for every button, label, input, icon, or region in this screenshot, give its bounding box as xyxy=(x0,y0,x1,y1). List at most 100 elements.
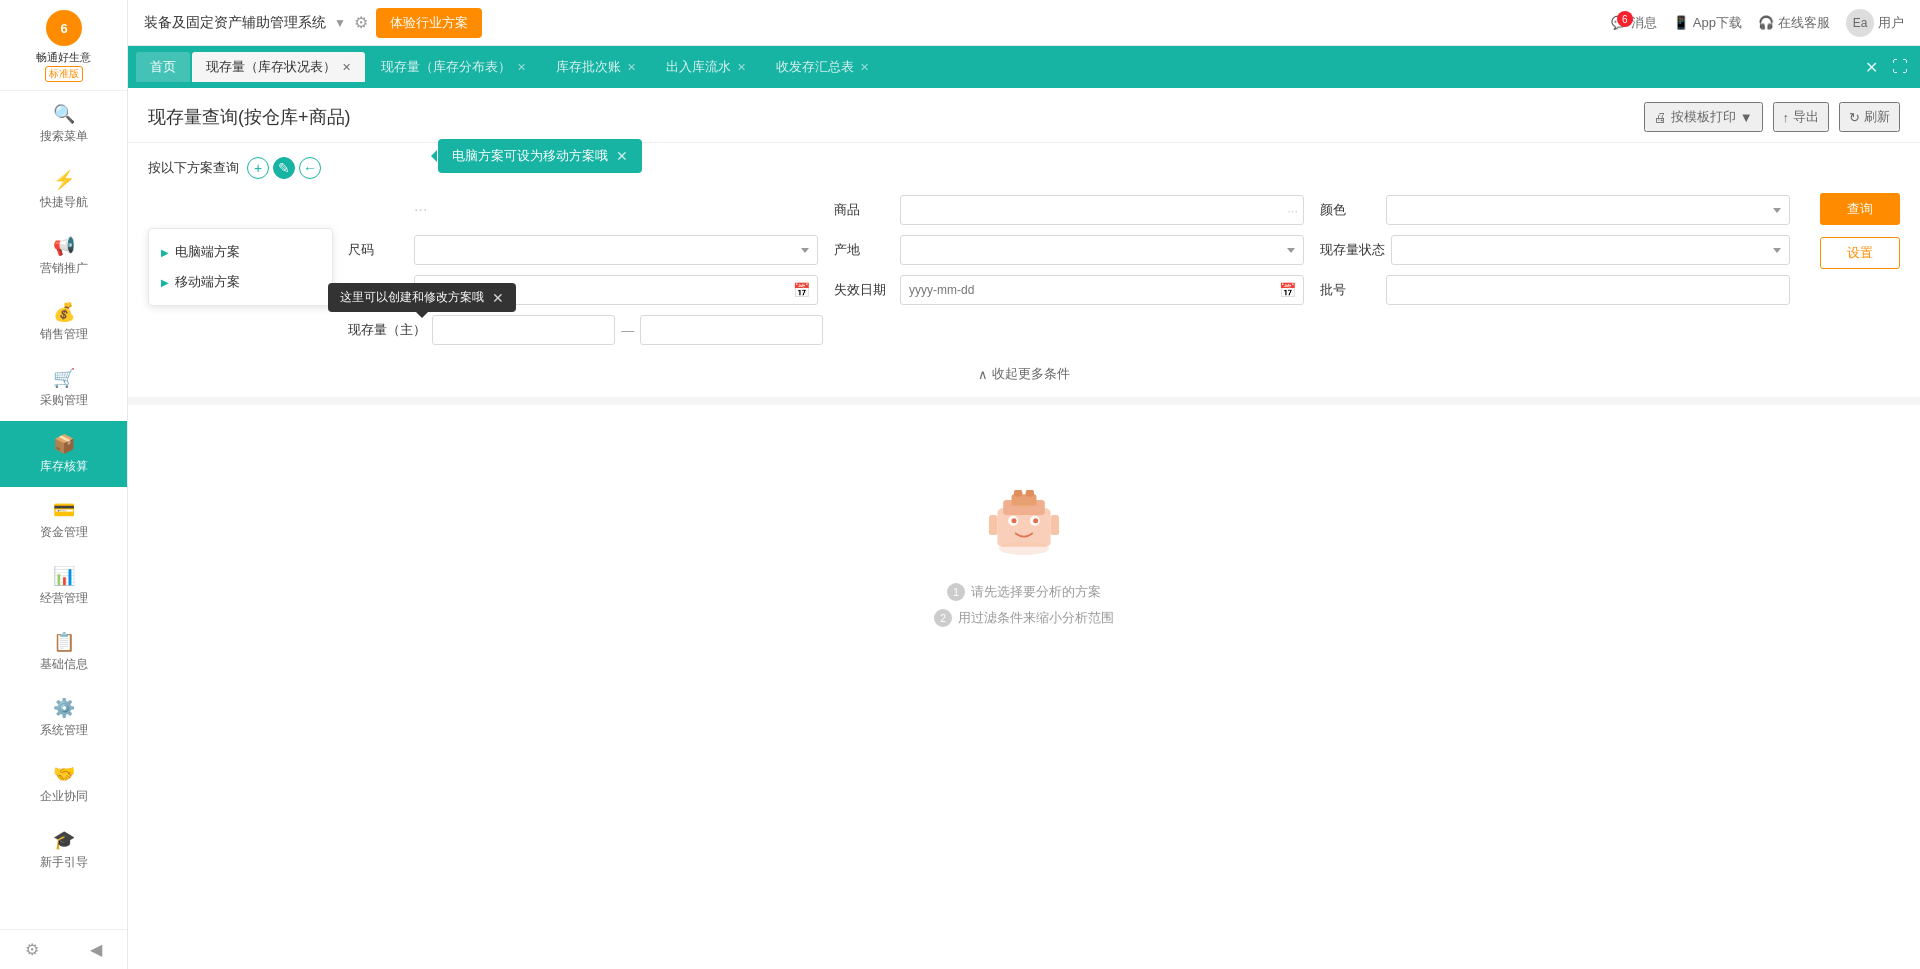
page-title: 现存量查询(按仓库+商品) xyxy=(148,105,351,129)
scheme-tooltip-1-close[interactable]: ✕ xyxy=(616,148,628,164)
scheme-mobile-label: 移动端方案 xyxy=(175,273,240,291)
sidebar-item-quick-nav[interactable]: ⚡ 快捷导航 xyxy=(0,157,127,223)
tab-inventory-dist[interactable]: 现存量（库存分布表） ✕ xyxy=(367,52,540,82)
warehouse-dots: ··· xyxy=(414,201,427,219)
filter-row-2: 尺码 产地 现存量状态 xyxy=(348,235,1790,265)
user-action[interactable]: Ea 用户 xyxy=(1846,9,1904,37)
tab-label-inventory-dist: 现存量（库存分布表） xyxy=(381,58,511,76)
header-right: 💬 6 消息 📱 App下载 🎧 在线客服 Ea 用户 xyxy=(1611,9,1904,37)
range-dash: — xyxy=(621,323,634,338)
page-header: 现存量查询(按仓库+商品) 🖨 按模板打印 ▼ ↑ 导出 ↻ 刷新 xyxy=(128,88,1920,143)
tab-close-collection-summary[interactable]: ✕ xyxy=(860,61,869,74)
stock-main-max[interactable] xyxy=(640,315,823,345)
online-support-action[interactable]: 🎧 在线客服 xyxy=(1758,14,1830,32)
message-action[interactable]: 💬 6 消息 xyxy=(1611,14,1657,32)
sales-nav-icon: 💰 xyxy=(53,301,75,323)
search-button-group: 查询 设置 xyxy=(1820,193,1900,269)
message-badge: 6 xyxy=(1617,11,1633,27)
svg-rect-13 xyxy=(1051,515,1059,535)
tab-close-batch-account[interactable]: ✕ xyxy=(627,61,636,74)
refresh-label: 刷新 xyxy=(1864,108,1890,126)
search-nav-label: 搜索菜单 xyxy=(40,128,88,145)
app-logo-icon: 6 xyxy=(46,10,82,46)
edit-scheme-btn[interactable]: ✎ xyxy=(273,157,295,179)
origin-field: 产地 xyxy=(834,235,1304,265)
sidebar-item-inventory[interactable]: 📦 库存核算 xyxy=(0,421,127,487)
expiry-date-input[interactable] xyxy=(900,275,1304,305)
tab-batch-account[interactable]: 库存批次账✕ xyxy=(542,52,650,82)
stock-main-field: 现存量（主） — xyxy=(348,315,823,345)
sidebar-item-system[interactable]: ⚙️ 系统管理 xyxy=(0,685,127,751)
system-settings-icon[interactable]: ⚙ xyxy=(354,13,368,32)
sidebar-item-marketing[interactable]: 📢 营销推广 xyxy=(0,223,127,289)
tab-close-inventory-status[interactable]: ✕ xyxy=(342,61,351,74)
add-scheme-btn[interactable]: + xyxy=(247,157,269,179)
tab-close-in-out-flow[interactable]: ✕ xyxy=(737,61,746,74)
operations-nav-icon: 📊 xyxy=(53,565,75,587)
header-left: 装备及固定资产辅助管理系统 ▼ ⚙ 体验行业方案 xyxy=(144,8,482,38)
color-select[interactable] xyxy=(1386,195,1790,225)
collapse-bar[interactable]: ∧ 收起更多条件 xyxy=(148,355,1900,397)
tab-label-collection-summary: 收发存汇总表 xyxy=(776,58,854,76)
reset-btn[interactable]: 设置 xyxy=(1820,237,1900,269)
sales-nav-label: 销售管理 xyxy=(40,326,88,343)
sidebar-item-purchase[interactable]: 🛒 采购管理 xyxy=(0,355,127,421)
finance-nav-icon: 💳 xyxy=(53,499,75,521)
goods-input[interactable] xyxy=(900,195,1304,225)
settings-icon[interactable]: ⚙ xyxy=(25,940,39,959)
origin-select[interactable] xyxy=(900,235,1304,265)
search-btn[interactable]: 查询 xyxy=(1820,193,1900,225)
tab-close-all-btn[interactable]: ✕ xyxy=(1861,54,1882,81)
filter-header-label: 按以下方案查询 xyxy=(148,159,239,177)
stock-status-select[interactable] xyxy=(1391,235,1790,265)
scheme-tree-item-desktop[interactable]: ▶ 电脑端方案 xyxy=(149,237,332,267)
app-download-action[interactable]: 📱 App下载 xyxy=(1673,14,1742,32)
user-label: 用户 xyxy=(1878,14,1904,32)
color-field: 颜色 xyxy=(1320,195,1790,225)
tab-maximize-btn[interactable]: ⛶ xyxy=(1888,54,1912,81)
tab-inventory-status[interactable]: 现存量（库存状况表）✕ xyxy=(192,52,365,82)
sidebar-item-base-info[interactable]: 📋 基础信息 xyxy=(0,619,127,685)
app-download-label: App下载 xyxy=(1693,14,1742,32)
tab-home[interactable]: 首页 xyxy=(136,52,190,82)
prev-scheme-btn[interactable]: ← xyxy=(299,157,321,179)
tab-close-inventory-dist[interactable]: ✕ xyxy=(517,61,526,74)
guide-nav-label: 新手引导 xyxy=(40,854,88,871)
svg-point-10 xyxy=(1012,518,1017,523)
filter-row-1: ··· 商品 ··· 颜色 xyxy=(348,195,1790,225)
batch-no-field: 批号 xyxy=(1320,275,1790,305)
size-select[interactable] xyxy=(414,235,818,265)
svg-rect-6 xyxy=(1014,490,1022,497)
batch-no-input[interactable] xyxy=(1386,275,1790,305)
tab-in-out-flow[interactable]: 出入库流水✕ xyxy=(652,52,760,82)
filter-header-icons: + ✎ ← xyxy=(247,157,321,179)
stock-status-field: 现存量状态 xyxy=(1320,235,1790,265)
tab-collection-summary[interactable]: 收发存汇总表 ✕ xyxy=(762,52,883,82)
sidebar-item-operations[interactable]: 📊 经营管理 xyxy=(0,553,127,619)
sidebar-item-sales[interactable]: 💰 销售管理 xyxy=(0,289,127,355)
top-header: 装备及固定资产辅助管理系统 ▼ ⚙ 体验行业方案 💬 6 消息 📱 App下载 … xyxy=(128,0,1920,46)
system-name: 装备及固定资产辅助管理系统 xyxy=(144,14,326,32)
sidebar-item-guide[interactable]: 🎓 新手引导 xyxy=(0,817,127,883)
edit-scheme-tooltip-close[interactable]: ✕ xyxy=(492,290,504,306)
collapse-sidebar-icon[interactable]: ◀ xyxy=(90,940,102,959)
svg-text:6: 6 xyxy=(60,21,67,36)
sidebar-item-finance[interactable]: 💳 资金管理 xyxy=(0,487,127,553)
industry-btn[interactable]: 体验行业方案 xyxy=(376,8,482,38)
refresh-btn[interactable]: ↻ 刷新 xyxy=(1839,102,1900,132)
export-btn[interactable]: ↑ 导出 xyxy=(1773,102,1830,132)
scheme-tree-item-mobile[interactable]: ▶ 移动端方案 xyxy=(149,267,332,297)
sidebar-bottom: ⚙ ◀ xyxy=(0,929,127,969)
sidebar-logo: 6 畅通好生意 标准版 xyxy=(0,0,127,91)
collapse-up-icon: ∧ xyxy=(978,367,988,382)
sidebar-item-enterprise[interactable]: 🤝 企业协同 xyxy=(0,751,127,817)
system-dropdown-icon[interactable]: ▼ xyxy=(334,16,346,30)
print-dropdown-icon: ▼ xyxy=(1740,110,1753,125)
edit-scheme-tooltip-text: 这里可以创建和修改方案哦 xyxy=(340,289,484,306)
print-btn[interactable]: 🖨 按模板打印 ▼ xyxy=(1644,102,1763,132)
printer-icon: 🖨 xyxy=(1654,110,1667,125)
expiry-date-label: 失效日期 xyxy=(834,281,894,299)
svg-rect-12 xyxy=(989,515,997,535)
stock-main-min[interactable] xyxy=(432,315,615,345)
sidebar-item-search[interactable]: 🔍 搜索菜单 xyxy=(0,91,127,157)
